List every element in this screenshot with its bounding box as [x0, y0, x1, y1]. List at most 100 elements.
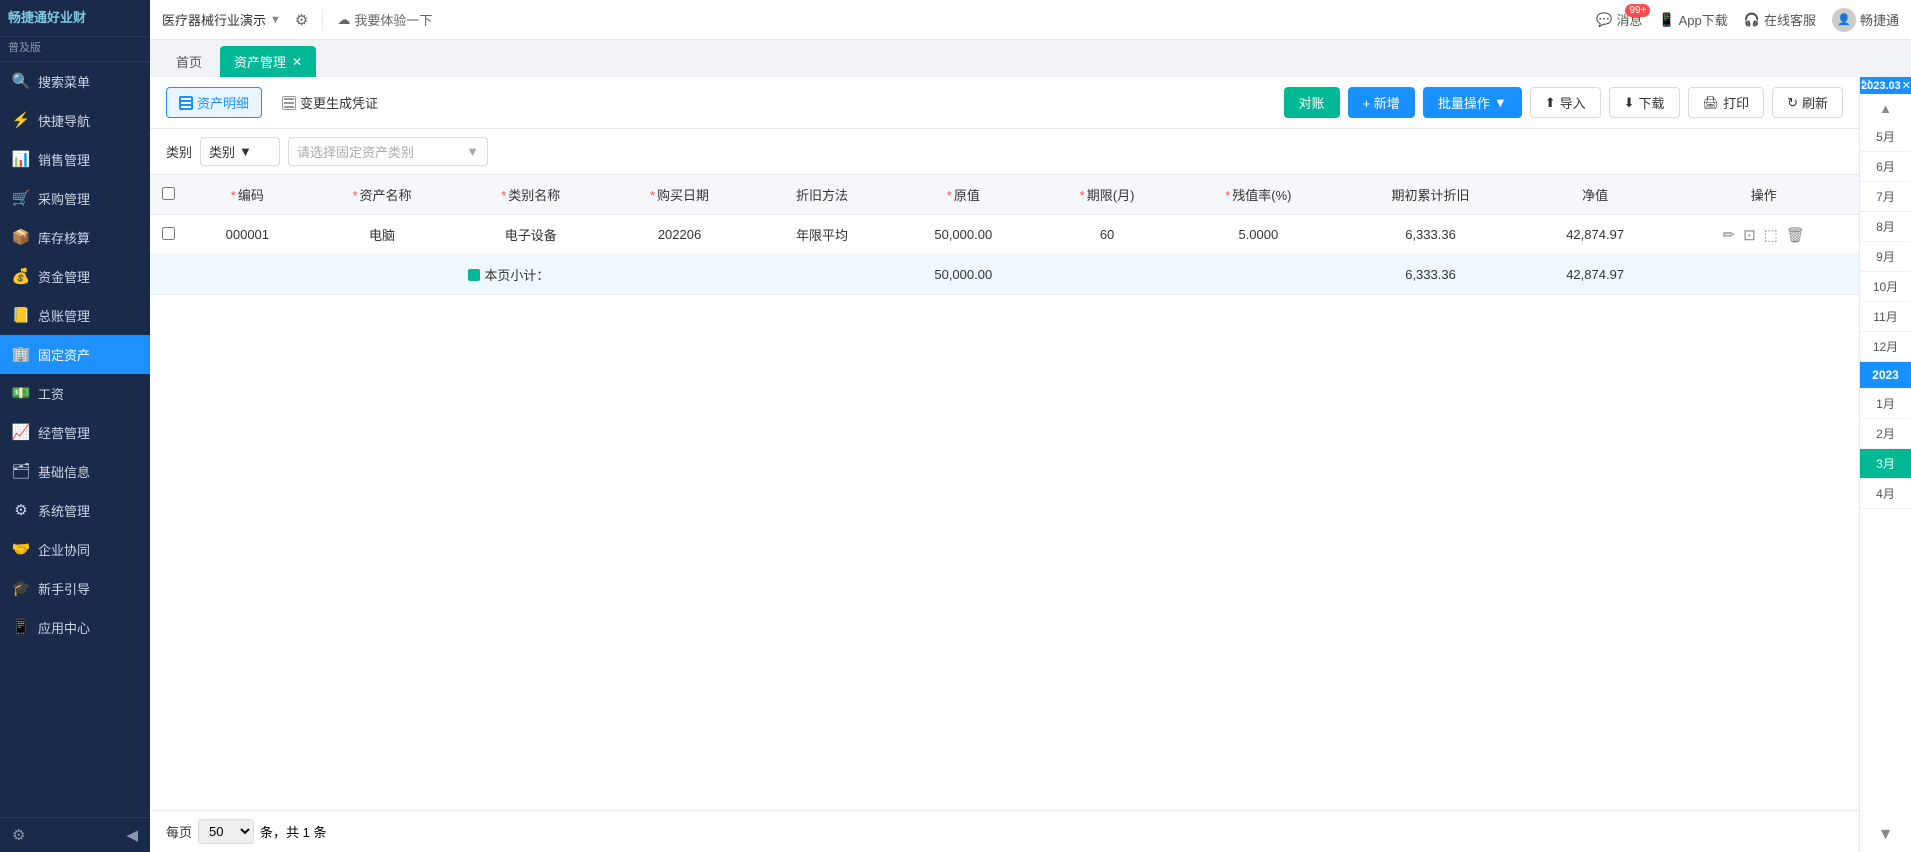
sidebar-item-sales[interactable]: 📊 销售管理: [0, 140, 150, 179]
sidebar-item-search[interactable]: 🔍 搜索菜单: [0, 62, 150, 101]
filter-category-select[interactable]: 类别 ▼: [200, 137, 280, 166]
tab-asset-label: 资产管理: [234, 52, 286, 71]
right-panel: ⛶ 2023.03 ✕ ▲ 5月 6月 7月 8月 9月 10月 11月 12月…: [1859, 77, 1911, 852]
share-icon[interactable]: ⬚: [1764, 226, 1778, 244]
new-button[interactable]: + 新增: [1348, 87, 1415, 118]
app-download-btn[interactable]: 📱 App下载: [1658, 10, 1727, 29]
sidebar-item-operations[interactable]: 📈 经营管理: [0, 413, 150, 452]
company-dropdown-icon: ▼: [270, 14, 281, 26]
sidebar-item-basic-info[interactable]: 🗂 基础信息: [0, 452, 150, 491]
month-10[interactable]: 10月: [1860, 272, 1911, 302]
select-all-checkbox[interactable]: [162, 187, 175, 200]
view-tab-detail-label: 资产明细: [197, 93, 249, 112]
th-checkbox: [150, 175, 187, 215]
ledger-icon: 📒: [12, 306, 30, 324]
company-selector[interactable]: 医疗器械行业演示 ▼: [162, 10, 281, 29]
month-12[interactable]: 12月: [1860, 332, 1911, 362]
subtotal-net-value: 42,874.97: [1522, 255, 1669, 295]
sidebar-item-purchase[interactable]: 🛒 采购管理: [0, 179, 150, 218]
online-service-btn[interactable]: 🎧 在线客服: [1744, 10, 1816, 29]
sidebar-item-quick-nav[interactable]: ⚡ 快捷导航: [0, 101, 150, 140]
cloud-icon: ☁: [337, 12, 350, 28]
user-menu[interactable]: 👤 畅捷通: [1832, 8, 1899, 32]
tab-home-label: 首页: [176, 52, 202, 71]
sidebar-item-app-center[interactable]: 📱 应用中心: [0, 608, 150, 647]
month-7[interactable]: 7月: [1860, 182, 1911, 212]
tab-close-icon[interactable]: ✕: [292, 56, 302, 68]
month-11[interactable]: 11月: [1860, 302, 1911, 332]
tab-asset-management[interactable]: 资产管理 ✕: [220, 46, 316, 77]
td-code: 000001: [187, 215, 308, 255]
th-original-value: *原值: [890, 175, 1037, 215]
view-tab-voucher-label: 变更生成凭证: [300, 93, 378, 112]
filter-select-value: 类别: [209, 142, 235, 161]
subtotal-empty-2: [187, 255, 308, 295]
month-8[interactable]: 8月: [1860, 212, 1911, 242]
td-purchase-date: 202206: [605, 215, 754, 255]
batch-dropdown-icon: ▼: [1494, 95, 1507, 110]
filter-label: 类别: [166, 142, 192, 161]
current-year-label: 2023: [1860, 362, 1911, 389]
month-4[interactable]: 4月: [1860, 479, 1911, 509]
subtotal-original-value: 50,000.00: [890, 255, 1037, 295]
filter-asset-category-input[interactable]: 请选择固定资产类别 ▼: [288, 137, 488, 166]
experience-btn[interactable]: ☁ 我要体验一下: [337, 10, 432, 29]
row-checkbox[interactable]: [162, 227, 175, 240]
topbar-settings-icon[interactable]: ⚙: [295, 11, 308, 29]
view-tab-detail[interactable]: 资产明细: [166, 87, 262, 118]
download-label: 下载: [1639, 93, 1665, 112]
guide-icon: 🎓: [12, 579, 30, 597]
close-panel-icon[interactable]: ✕: [1902, 79, 1911, 92]
table-wrapper: *编码 *资产名称 *类别名称 *购买日期 折旧方法 *原值 *期限(月) *残…: [150, 175, 1859, 810]
import-icon: ⬆: [1545, 95, 1556, 111]
copy-icon[interactable]: ⊡: [1743, 226, 1756, 244]
month-1[interactable]: 1月: [1860, 389, 1911, 419]
sidebar-item-payroll[interactable]: 💵 工资: [0, 374, 150, 413]
sidebar-item-label: 经营管理: [38, 423, 90, 442]
basic-info-icon: 🗂: [12, 462, 30, 480]
sidebar-item-guide[interactable]: 🎓 新手引导: [0, 569, 150, 608]
delete-icon[interactable]: 🗑: [1786, 226, 1805, 244]
edit-icon[interactable]: ✏: [1723, 226, 1736, 244]
new-label: + 新增: [1363, 93, 1400, 112]
panel-up-icon[interactable]: ▲: [1868, 98, 1904, 118]
sidebar-item-label: 固定资产: [38, 345, 90, 364]
sidebar-item-system[interactable]: ⚙ 系统管理: [0, 491, 150, 530]
sidebar-item-fixed-assets[interactable]: 🏢 固定资产: [0, 335, 150, 374]
month-6[interactable]: 6月: [1860, 152, 1911, 182]
sidebar-item-ledger[interactable]: 📒 总账管理: [0, 296, 150, 335]
reconcile-label: 对账: [1299, 93, 1325, 112]
sidebar-item-label: 新手引导: [38, 579, 90, 598]
settings-icon[interactable]: ⚙: [12, 826, 25, 844]
month-5[interactable]: 5月: [1860, 122, 1911, 152]
view-tab-voucher[interactable]: 变更生成凭证: [270, 88, 390, 117]
expand-panel-icon[interactable]: ⛶: [1862, 79, 1870, 92]
th-depreciation-method: 折旧方法: [754, 175, 890, 215]
reconcile-button[interactable]: 对账: [1284, 87, 1340, 118]
month-9[interactable]: 9月: [1860, 242, 1911, 272]
batch-button[interactable]: 批量操作 ▼: [1423, 87, 1522, 118]
refresh-icon: ↻: [1787, 95, 1798, 111]
headset-icon: 🎧: [1744, 12, 1760, 28]
sidebar-item-label: 采购管理: [38, 189, 90, 208]
month-2[interactable]: 2月: [1860, 419, 1911, 449]
sidebar-item-enterprise[interactable]: 🤝 企业协同: [0, 530, 150, 569]
subtotal-empty-5: [1037, 255, 1178, 295]
month-3[interactable]: 3月: [1860, 449, 1911, 479]
refresh-button[interactable]: ↻ 刷新: [1772, 87, 1843, 118]
message-btn[interactable]: 💬 消息 99+: [1596, 10, 1642, 29]
per-page-select[interactable]: 50 10 20 100: [198, 819, 254, 844]
assets-table: *编码 *资产名称 *类别名称 *购买日期 折旧方法 *原值 *期限(月) *残…: [150, 175, 1859, 295]
print-button[interactable]: 🖨 打印: [1688, 87, 1765, 118]
sidebar-item-label: 快捷导航: [38, 111, 90, 130]
pagination-row: 每页 50 10 20 100 条，共 1 条: [150, 810, 1859, 852]
panel-down-icon[interactable]: ▼: [1878, 818, 1894, 852]
collapse-icon[interactable]: ◀: [126, 826, 138, 844]
sidebar-item-inventory[interactable]: 📦 库存核算: [0, 218, 150, 257]
import-button[interactable]: ⬆ 导入: [1530, 87, 1601, 118]
table-row: 000001 电脑 电子设备 202206 年限平均 50,000.00 60 …: [150, 215, 1859, 255]
sidebar-item-capital[interactable]: 💰 资金管理: [0, 257, 150, 296]
tabs-bar: 首页 资产管理 ✕: [150, 40, 1911, 77]
download-button[interactable]: ⬇ 下载: [1609, 87, 1680, 118]
tab-home[interactable]: 首页: [162, 46, 216, 77]
